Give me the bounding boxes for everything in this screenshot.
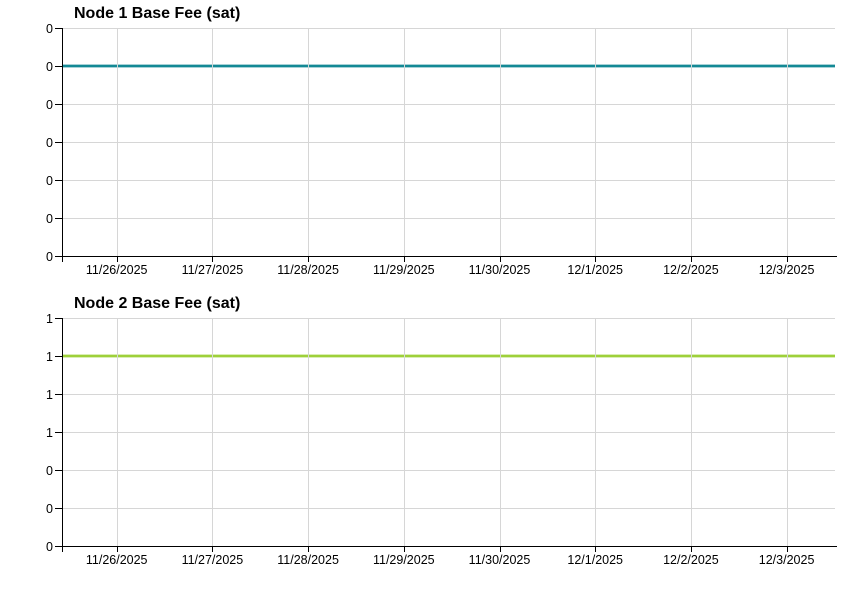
x-tick-label: 11/28/2025 xyxy=(277,553,339,567)
x-tick-label: 12/1/2025 xyxy=(567,263,623,277)
y-tick-label: 1 xyxy=(46,426,53,440)
y-tick-label: 0 xyxy=(46,136,53,150)
x-tick-label: 11/29/2025 xyxy=(373,553,435,567)
y-tick-label: 0 xyxy=(46,212,53,226)
y-tick-label: 1 xyxy=(46,312,53,326)
y-tick-label: 0 xyxy=(46,22,53,36)
y-tick-label: 0 xyxy=(46,174,53,188)
x-tick-label: 11/30/2025 xyxy=(469,263,531,277)
x-tick-label: 11/27/2025 xyxy=(182,553,244,567)
x-tick-label: 12/2/2025 xyxy=(663,263,719,277)
x-tick-label: 11/29/2025 xyxy=(373,263,435,277)
chart-title-node2: Node 2 Base Fee (sat) xyxy=(74,295,241,312)
chart-canvas-node2: 1 1 1 1 0 0 0 11/26/2025 11/27/2025 11/28/2025 11/… xyxy=(46,312,837,567)
y-tick-label: 0 xyxy=(46,464,53,478)
chart-node1-base-fee: 0 0 0 0 0 0 0 11/26/2025 11/27/2025 11/28/2025 11/… xyxy=(0,0,860,290)
chart-node2-base-fee: 1 1 1 1 0 0 0 11/26/2025 11/27/2025 11/28/2025 11/… xyxy=(0,290,860,580)
x-tick-label: 11/28/2025 xyxy=(277,263,339,277)
x-tick-label: 12/2/2025 xyxy=(663,553,719,567)
x-tick-label: 12/3/2025 xyxy=(759,553,815,567)
y-tick-label: 1 xyxy=(46,388,53,402)
x-tick-label: 11/30/2025 xyxy=(469,553,531,567)
axes xyxy=(55,318,837,552)
axes xyxy=(55,28,837,262)
x-tick-label: 12/1/2025 xyxy=(567,553,623,567)
horizontal-gridlines xyxy=(62,318,835,509)
chart-title-node1: Node 1 Base Fee (sat) xyxy=(74,5,241,22)
chart-canvas-node1: 0 0 0 0 0 0 0 11/26/2025 11/27/2025 11/28/2025 11/… xyxy=(46,22,837,277)
x-tick-label: 12/3/2025 xyxy=(759,263,815,277)
y-tick-label: 0 xyxy=(46,250,53,264)
horizontal-gridlines xyxy=(62,28,835,219)
y-tick-label: 0 xyxy=(46,540,53,554)
x-tick-label: 11/26/2025 xyxy=(86,553,148,567)
x-tick-label: 11/27/2025 xyxy=(182,263,244,277)
y-tick-label: 0 xyxy=(46,60,53,74)
x-tick-label: 11/26/2025 xyxy=(86,263,148,277)
y-tick-label: 0 xyxy=(46,502,53,516)
base-fee-report-page: 0 0 0 0 0 0 0 11/26/2025 11/27/2025 11/28/2025 11/… xyxy=(0,0,860,600)
y-tick-label: 1 xyxy=(46,350,53,364)
y-tick-label: 0 xyxy=(46,98,53,112)
